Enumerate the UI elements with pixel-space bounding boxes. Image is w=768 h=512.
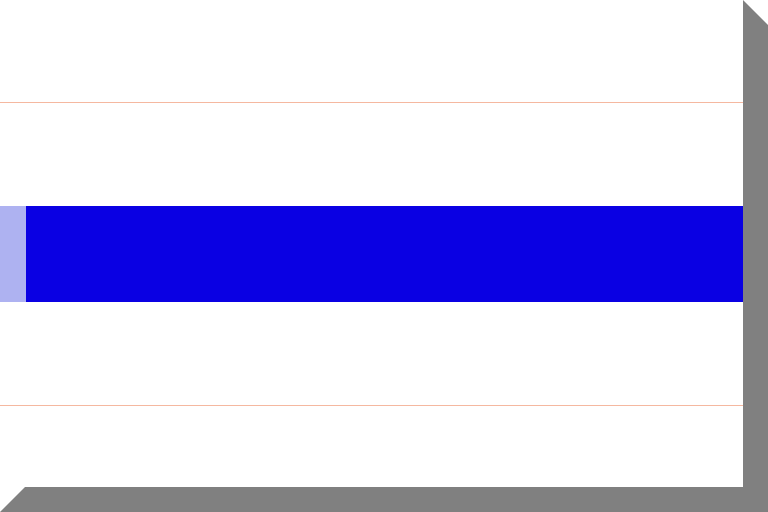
shadow-tr-triangle — [743, 0, 768, 25]
flag-panel — [0, 0, 768, 512]
shadow-bl-triangle — [0, 487, 25, 512]
shadow-corner-bl — [0, 487, 25, 512]
thin-rule-top — [0, 102, 768, 103]
shadow-corner-br — [743, 487, 768, 512]
center-stripe — [26, 206, 768, 302]
thin-rule-bottom — [0, 405, 768, 406]
shadow-right — [743, 25, 768, 487]
shadow-bottom — [25, 487, 743, 512]
shadow-corner-tr — [743, 0, 768, 25]
